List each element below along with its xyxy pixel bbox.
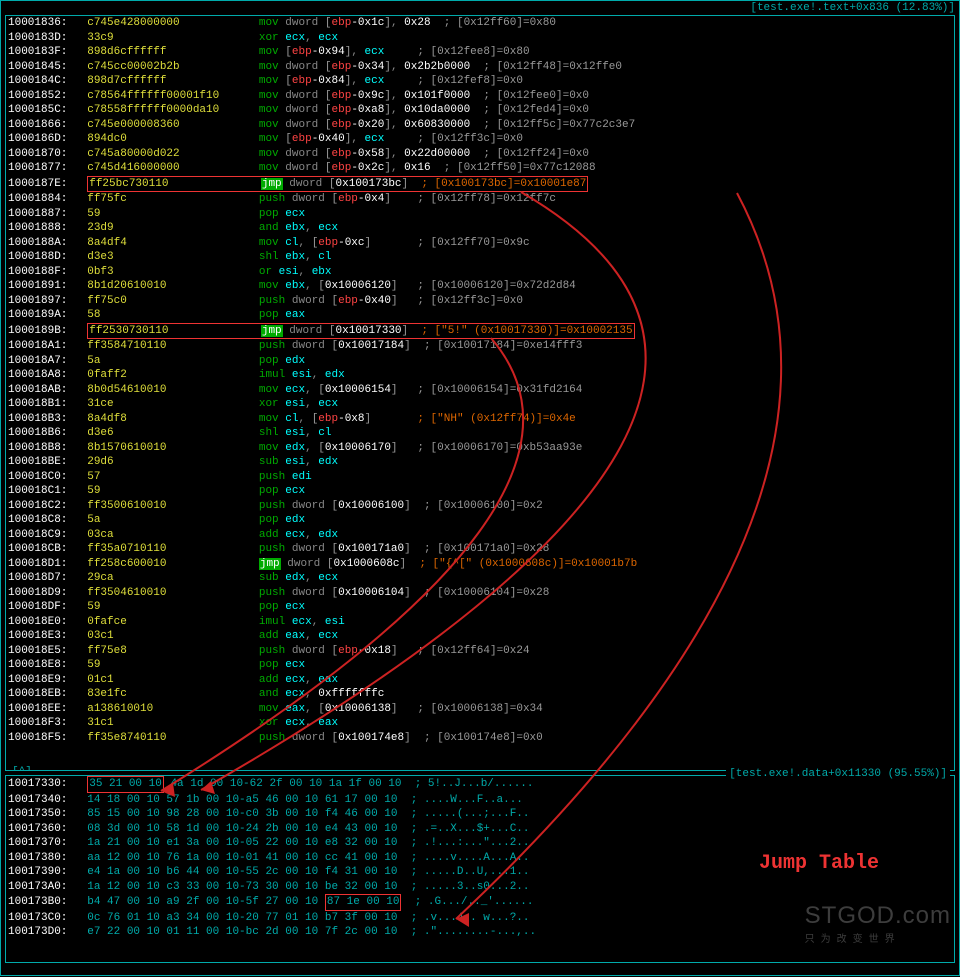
disasm-row[interactable]: 10001887: 59 pop ecx	[8, 207, 952, 222]
disasm-row[interactable]: 100018D7: 29ca sub edx, ecx	[8, 571, 952, 586]
disasm-row[interactable]: 100018F5: ff35e8740110 push dword [0x100…	[8, 731, 952, 746]
disasm-row[interactable]: 1000188D: d3e3 shl ebx, cl	[8, 250, 952, 265]
disasm-row[interactable]: 100018C1: 59 pop ecx	[8, 484, 952, 499]
disasm-row[interactable]: 1000188F: 0bf3 or esi, ebx	[8, 265, 952, 280]
disasm-row[interactable]: 10001891: 8b1d20610010 mov ebx, [0x10006…	[8, 279, 952, 294]
hex-row[interactable]: 10017360: 08 3d 00 10 58 1d 00 10-24 2b …	[8, 822, 952, 837]
disasm-row[interactable]: 1000189A: 58 pop eax	[8, 308, 952, 323]
disasm-row[interactable]: 10001870: c745a80000d022 mov dword [ebp-…	[8, 147, 952, 162]
disasm-row[interactable]: 100018B6: d3e6 shl esi, cl	[8, 426, 952, 441]
disasm-row[interactable]: 10001877: c745d416000000 mov dword [ebp-…	[8, 161, 952, 176]
disasm-row[interactable]: 100018CB: ff35a0710110 push dword [0x100…	[8, 542, 952, 557]
disasm-row[interactable]: 1000189B: ff2530730110 jmp dword [0x1001…	[8, 323, 952, 340]
disasm-row[interactable]: 100018F3: 31c1 xor ecx, eax	[8, 716, 952, 731]
disasm-row[interactable]: 100018D1: ff258c600010 jmp dword [0x1000…	[8, 557, 952, 572]
disasm-row[interactable]: 100018B1: 31ce xor esi, ecx	[8, 397, 952, 412]
disasm-row[interactable]: 100018C9: 03ca add ecx, edx	[8, 528, 952, 543]
disasm-row[interactable]: 10001884: ff75fc push dword [ebp-0x4] ; …	[8, 192, 952, 207]
disasm-row[interactable]: 10001852: c78564ffffff00001f10 mov dword…	[8, 89, 952, 104]
disasm-row[interactable]: 100018C0: 57 push edi	[8, 470, 952, 485]
disasm-row[interactable]: 100018E0: 0fafce imul ecx, esi	[8, 615, 952, 630]
disasm-row[interactable]: 1000185C: c78558ffffff0000da10 mov dword…	[8, 103, 952, 118]
hex-title: [test.exe!.data+0x11330 (95.55%)]	[726, 768, 950, 780]
disasm-row[interactable]: 1000183F: 898d6cffffff mov [ebp-0x94], e…	[8, 45, 952, 60]
disasm-row[interactable]: 100018E9: 01c1 add ecx, eax	[8, 673, 952, 688]
disasm-row[interactable]: 100018A8: 0faff2 imul esi, edx	[8, 368, 952, 383]
disasm-row[interactable]: 100018C8: 5a pop edx	[8, 513, 952, 528]
hex-row[interactable]: 10017350: 85 15 00 10 98 28 00 10-c0 3b …	[8, 807, 952, 822]
disasm-row[interactable]: 100018E5: ff75e8 push dword [ebp-0x18] ;…	[8, 644, 952, 659]
disasm-row[interactable]: 10001888: 23d9 and ebx, ecx	[8, 221, 952, 236]
watermark-sub: 只为改变世界	[805, 930, 951, 945]
disasm-row[interactable]: 1000186D: 894dc0 mov [ebp-0x40], ecx ; […	[8, 132, 952, 147]
disasm-row[interactable]: 100018EE: a138610010 mov eax, [0x1000613…	[8, 702, 952, 717]
disasm-row[interactable]: 100018B3: 8a4df8 mov cl, [ebp-0x8] ; ["N…	[8, 412, 952, 427]
disasm-row[interactable]: 100018BE: 29d6 sub esi, edx	[8, 455, 952, 470]
disasm-row[interactable]: 1000184C: 898d7cffffff mov [ebp-0x84], e…	[8, 74, 952, 89]
disasm-row[interactable]: 1000188A: 8a4df4 mov cl, [ebp-0xc] ; [0x…	[8, 236, 952, 251]
hex-row[interactable]: 10017370: 1a 21 00 10 e1 3a 00 10-05 22 …	[8, 836, 952, 851]
disasm-row[interactable]: 100018DF: 59 pop ecx	[8, 600, 952, 615]
disassembly-panel[interactable]: 10001836: c745e428000000 mov dword [ebp-…	[5, 15, 955, 771]
jump-table-label: Jump Table	[759, 852, 879, 875]
disasm-row[interactable]: 10001897: ff75c0 push dword [ebp-0x40] ;…	[8, 294, 952, 309]
watermark: STGOD.com 只为改变世界	[805, 902, 951, 945]
watermark-main: STGOD.com	[805, 902, 951, 929]
terminal: [test.exe!.text+0x836 (12.83%)] 10001836…	[0, 0, 960, 976]
disasm-row[interactable]: 1000183D: 33c9 xor ecx, ecx	[8, 31, 952, 46]
disasm-row[interactable]: 100018A7: 5a pop edx	[8, 354, 952, 369]
disasm-row[interactable]: 100018B8: 8b1570610010 mov edx, [0x10006…	[8, 441, 952, 456]
panel-corner-marker: [^]	[12, 766, 32, 771]
disasm-row[interactable]: 10001836: c745e428000000 mov dword [ebp-…	[8, 16, 952, 31]
disasm-row[interactable]: 100018E3: 03c1 add eax, ecx	[8, 629, 952, 644]
disasm-row[interactable]: 100018D9: ff3504610010 push dword [0x100…	[8, 586, 952, 601]
disasm-row[interactable]: 10001845: c745cc00002b2b mov dword [ebp-…	[8, 60, 952, 75]
disasm-row[interactable]: 1000187E: ff25bc730110 jmp dword [0x1001…	[8, 176, 952, 193]
disasm-row[interactable]: 10001866: c745e000008360 mov dword [ebp-…	[8, 118, 952, 133]
disasm-row[interactable]: 100018E8: 59 pop ecx	[8, 658, 952, 673]
disasm-row[interactable]: 100018C2: ff3500610010 push dword [0x100…	[8, 499, 952, 514]
hex-row[interactable]: 10017340: 14 18 00 10 57 1b 00 10-a5 46 …	[8, 793, 952, 808]
disasm-row[interactable]: 100018EB: 83e1fc and ecx, 0xfffffffc	[8, 687, 952, 702]
hex-row[interactable]: 100173A0: 1a 12 00 10 c3 33 00 10-73 30 …	[8, 880, 952, 895]
disasm-row[interactable]: 100018AB: 8b0d54610010 mov ecx, [0x10006…	[8, 383, 952, 398]
disasm-row[interactable]: 100018A1: ff3584710110 push dword [0x100…	[8, 339, 952, 354]
title-bar: [test.exe!.text+0x836 (12.83%)]	[746, 1, 959, 15]
